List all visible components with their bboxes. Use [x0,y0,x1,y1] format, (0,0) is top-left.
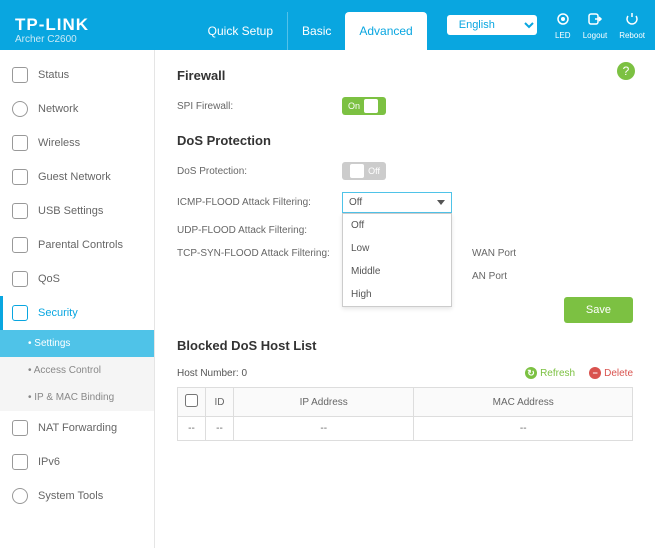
option-middle[interactable]: Middle [343,260,451,283]
sidebar: Status Network Wireless Guest Network US… [0,50,155,548]
option-low[interactable]: Low [343,237,451,260]
an-port-text: AN Port [472,271,507,282]
tools-icon [12,488,28,504]
sidebar-item-usb[interactable]: USB Settings [0,194,154,228]
sidebar-item-guest-network[interactable]: Guest Network [0,160,154,194]
sidebar-item-qos[interactable]: QoS [0,262,154,296]
firewall-title: Firewall [177,68,633,83]
dos-protection-label: DoS Protection: [177,166,342,177]
chevron-down-icon [437,200,445,205]
delete-button[interactable]: −Delete [589,367,633,379]
icmp-flood-select[interactable]: Off Off Low Middle High [342,192,452,213]
ipv6-icon [12,454,28,470]
table-row: ---- ---- [178,417,633,441]
guest-icon [12,169,28,185]
status-icon [12,67,28,83]
dos-protection-toggle[interactable]: Off [342,162,386,180]
host-number: Host Number: 0 [177,368,247,379]
sidebar-item-wireless[interactable]: Wireless [0,126,154,160]
submenu-settings[interactable]: Settings [0,330,154,357]
icmp-flood-label: ICMP-FLOOD Attack Filtering: [177,197,342,208]
nav-quick-setup[interactable]: Quick Setup [194,12,288,50]
sidebar-item-network[interactable]: Network [0,92,154,126]
submenu-ip-mac-binding[interactable]: IP & MAC Binding [0,384,154,411]
parental-icon [12,237,28,253]
refresh-button[interactable]: ↻Refresh [525,367,575,379]
sidebar-item-ipv6[interactable]: IPv6 [0,445,154,479]
option-off[interactable]: Off [343,214,451,237]
sidebar-item-nat[interactable]: NAT Forwarding [0,411,154,445]
select-all-checkbox[interactable] [185,394,198,407]
dropdown-list: Off Low Middle High [342,213,452,307]
sidebar-item-system-tools[interactable]: System Tools [0,479,154,513]
blocked-hosts-table: ID IP Address MAC Address ---- ---- [177,387,633,441]
sidebar-item-security[interactable]: Security [0,296,154,330]
col-ip: IP Address [234,388,414,417]
usb-icon [12,203,28,219]
reboot-button[interactable]: Reboot [619,11,645,40]
blocked-title: Blocked DoS Host List [177,338,633,353]
option-high[interactable]: High [343,283,451,306]
delete-icon: − [589,367,601,379]
model-label: Archer C2600 [15,34,77,45]
qos-icon [12,271,28,287]
refresh-icon: ↻ [525,367,537,379]
brand-logo: TP-LINK [15,15,89,35]
wireless-icon [12,135,28,151]
language-select[interactable]: English [447,15,537,35]
main-content: ? Firewall SPI Firewall: On DoS Protecti… [155,50,655,548]
security-icon [12,305,28,321]
network-icon [12,101,28,117]
udp-flood-label: UDP-FLOOD Attack Filtering: [177,225,342,236]
wan-port-text: WAN Port [472,248,516,259]
spi-firewall-toggle[interactable]: On [342,97,386,115]
sidebar-item-status[interactable]: Status [0,58,154,92]
submenu-access-control[interactable]: Access Control [0,357,154,384]
sidebar-item-parental[interactable]: Parental Controls [0,228,154,262]
dos-title: DoS Protection [177,133,633,148]
nav-advanced[interactable]: Advanced [345,12,426,50]
save-button[interactable]: Save [564,297,633,323]
tcp-syn-flood-label: TCP-SYN-FLOOD Attack Filtering: [177,248,342,259]
spi-firewall-label: SPI Firewall: [177,101,342,112]
help-button[interactable]: ? [617,62,635,80]
col-mac: MAC Address [414,388,633,417]
led-button[interactable]: LED [555,11,571,40]
nav-basic[interactable]: Basic [288,12,345,50]
main-nav: Quick Setup Basic Advanced [194,0,427,50]
header: TP-LINK Archer C2600 Quick Setup Basic A… [0,0,655,50]
nat-icon [12,420,28,436]
logout-button[interactable]: Logout [583,11,607,40]
col-id: ID [206,388,234,417]
